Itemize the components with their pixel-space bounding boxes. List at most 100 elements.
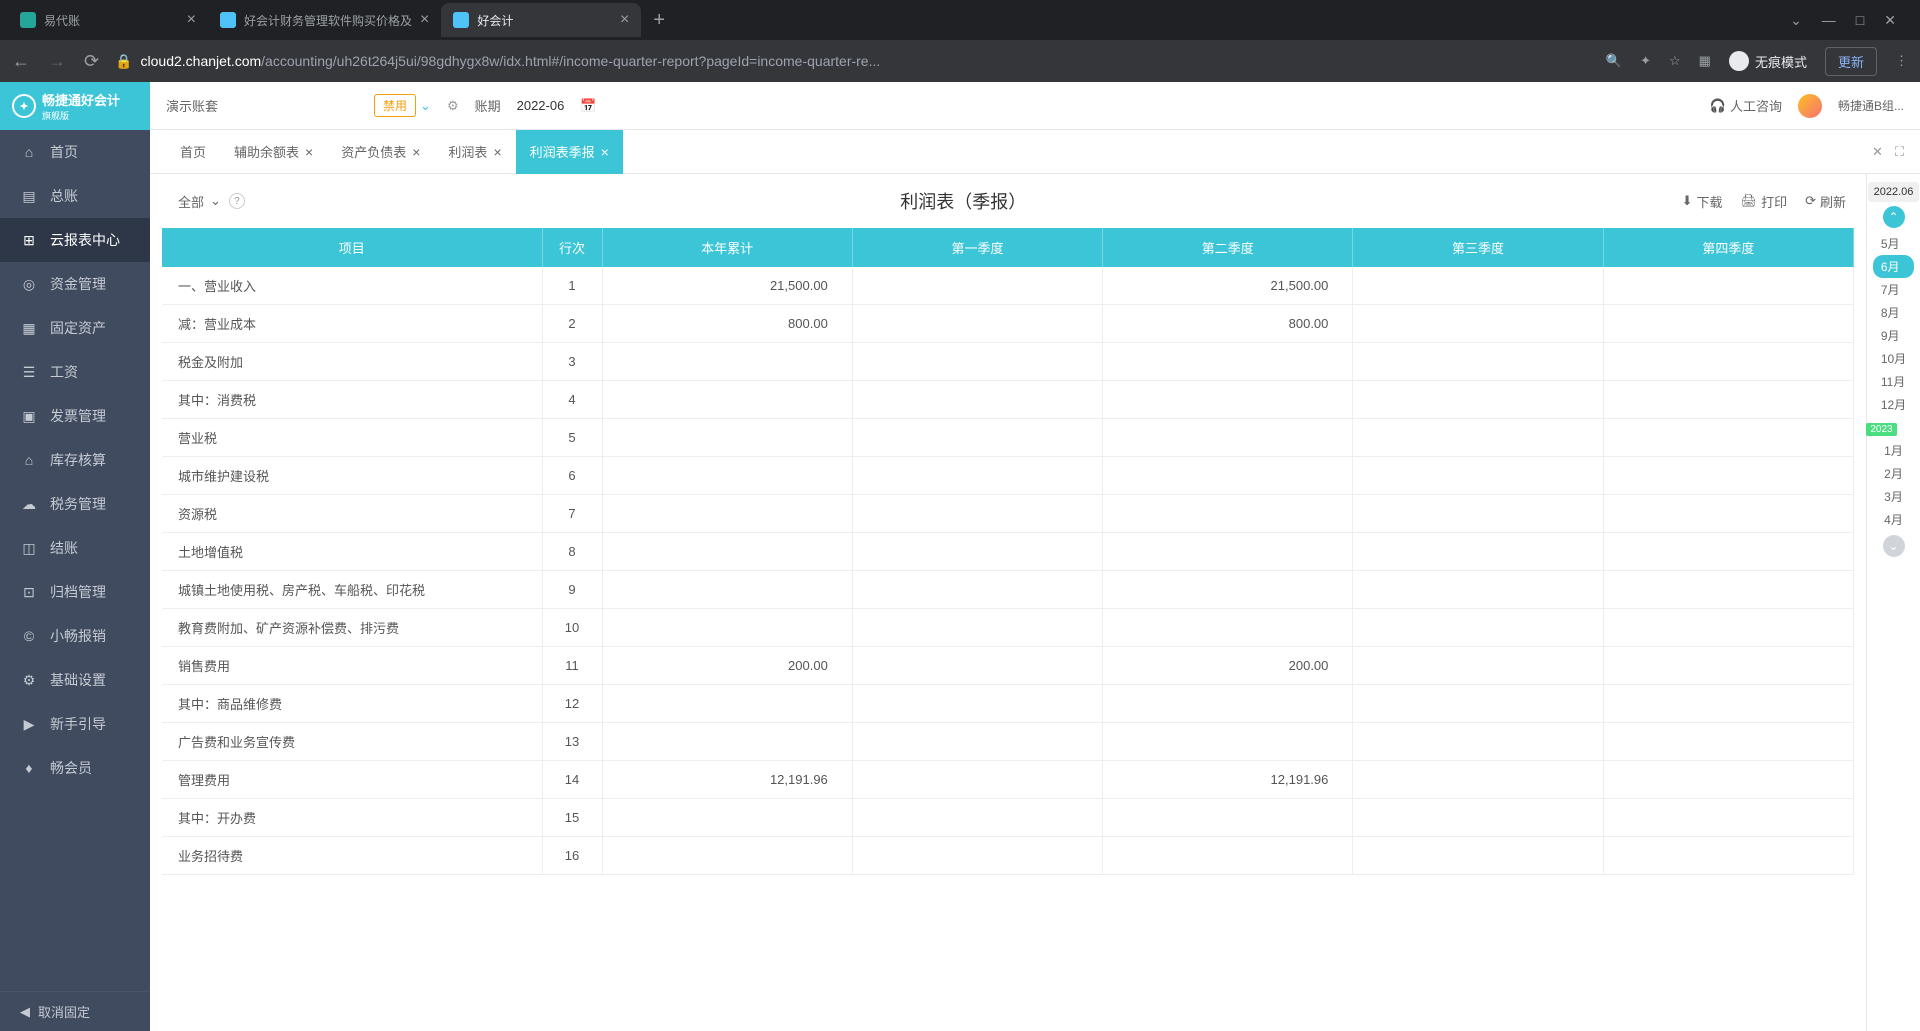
close-all-tabs-icon[interactable]: ✕	[1872, 144, 1883, 160]
browser-tab[interactable]: 好会计×	[441, 3, 641, 37]
sidebar-item[interactable]: ☁税务管理	[0, 482, 150, 526]
month-item[interactable]: 6月	[1873, 255, 1914, 278]
table-row[interactable]: 城镇土地使用税、房产税、车船税、印花税 9	[162, 571, 1854, 609]
new-tab-button[interactable]: +	[641, 9, 677, 32]
browser-tab[interactable]: 好会计财务管理软件购买价格及 ×	[208, 3, 441, 37]
content-tab[interactable]: 辅助余额表×	[220, 130, 327, 174]
update-button[interactable]: 更新	[1825, 47, 1877, 76]
sidebar-item[interactable]: ◎资金管理	[0, 262, 150, 306]
search-icon[interactable]: 🔍	[1606, 53, 1622, 69]
logo-area[interactable]: ✦ 畅捷通好会计 旗舰版	[0, 82, 150, 130]
star-icon[interactable]: ☆	[1669, 53, 1681, 69]
month-item[interactable]: 1月	[1876, 439, 1911, 462]
browser-tab[interactable]: 易代账×	[8, 3, 208, 37]
table-row[interactable]: 广告费和业务宣传费 13	[162, 723, 1854, 761]
tab-close-icon[interactable]: ×	[187, 11, 196, 29]
url-box[interactable]: 🔒 cloud2.chanjet.com/accounting/uh26t264…	[115, 53, 1590, 70]
content-tab[interactable]: 首页	[166, 130, 220, 174]
download-button[interactable]: ⬇下载	[1682, 192, 1723, 211]
content-tab[interactable]: 资产负债表×	[327, 130, 434, 174]
puzzle-icon[interactable]: ▦	[1699, 53, 1711, 69]
sidebar-item[interactable]: ◫结账	[0, 526, 150, 570]
print-button[interactable]: 🖨打印	[1741, 192, 1788, 211]
month-item[interactable]: 8月	[1873, 301, 1914, 324]
table-row[interactable]: 其中：商品维修费 12	[162, 685, 1854, 723]
q2-cell	[1103, 799, 1353, 837]
sidebar-item[interactable]: ▣发票管理	[0, 394, 150, 438]
minimize-button[interactable]: —	[1822, 12, 1836, 29]
sidebar-footer[interactable]: ◀ 取消固定	[0, 991, 150, 1031]
user-avatar[interactable]	[1798, 94, 1822, 118]
account-dropdown-icon[interactable]: ⌄	[420, 98, 431, 114]
table-header: 第三季度	[1353, 228, 1603, 267]
fullscreen-icon[interactable]: ⛶	[1895, 144, 1904, 160]
table-row[interactable]: 营业税 5	[162, 419, 1854, 457]
table-row[interactable]: 其中：开办费 15	[162, 799, 1854, 837]
account-name: 演示账套	[166, 96, 218, 115]
sidebar-item[interactable]: ▤总账	[0, 174, 150, 218]
tab-close-icon[interactable]: ×	[601, 144, 609, 160]
sidebar-item[interactable]: ▦固定资产	[0, 306, 150, 350]
gear-icon[interactable]: ⚙	[447, 98, 459, 114]
tab-close-icon[interactable]: ×	[412, 144, 420, 160]
calendar-icon[interactable]: 📅	[580, 98, 596, 114]
sidebar-item[interactable]: ⚙基础设置	[0, 658, 150, 702]
table-row[interactable]: 业务招待费 16	[162, 837, 1854, 875]
refresh-button[interactable]: ⟳刷新	[1805, 192, 1846, 211]
maximize-button[interactable]: □	[1856, 12, 1864, 29]
sidebar-item[interactable]: ☰工资	[0, 350, 150, 394]
tab-close-icon[interactable]: ×	[305, 144, 313, 160]
month-item[interactable]: 7月	[1873, 278, 1914, 301]
scroll-up-button[interactable]: ⌃	[1883, 206, 1905, 228]
month-item[interactable]: 3月	[1876, 485, 1911, 508]
help-icon[interactable]: ?	[229, 193, 245, 209]
sidebar-item[interactable]: ⌂库存核算	[0, 438, 150, 482]
tab-close-icon[interactable]: ×	[493, 144, 501, 160]
scroll-down-button[interactable]: ⌄	[1883, 535, 1905, 557]
table-row[interactable]: 减：营业成本 2 800.00 800.00	[162, 305, 1854, 343]
content-tab[interactable]: 利润表季报×	[516, 130, 623, 174]
month-item[interactable]: 4月	[1876, 508, 1911, 531]
sidebar-item[interactable]: ⊞云报表中心	[0, 218, 150, 262]
table-row[interactable]: 销售费用 11 200.00 200.00	[162, 647, 1854, 685]
table-row[interactable]: 资源税 7	[162, 495, 1854, 533]
filter-select[interactable]: 全部 ⌄	[170, 192, 229, 211]
disable-button[interactable]: 禁用	[374, 94, 416, 117]
tab-close-icon[interactable]: ×	[620, 11, 629, 29]
sidebar-item[interactable]: ▶新手引导	[0, 702, 150, 746]
table-row[interactable]: 城市维护建设税 6	[162, 457, 1854, 495]
month-item[interactable]: 9月	[1873, 324, 1914, 347]
month-item[interactable]: 10月	[1873, 347, 1914, 370]
table-row[interactable]: 管理费用 14 12,191.96 12,191.96	[162, 761, 1854, 799]
user-name[interactable]: 畅捷通B组...	[1838, 97, 1904, 114]
table-container[interactable]: 项目行次本年累计第一季度第二季度第三季度第四季度 一、营业收入 1 21,500…	[162, 228, 1854, 1023]
month-item[interactable]: 2月	[1876, 462, 1911, 485]
row-num-cell: 3	[542, 343, 602, 381]
table-row[interactable]: 土地增值税 8	[162, 533, 1854, 571]
month-item[interactable]: 5月	[1873, 232, 1914, 255]
content-tab[interactable]: 利润表×	[434, 130, 515, 174]
table-row[interactable]: 税金及附加 3	[162, 343, 1854, 381]
forward-button[interactable]: →	[48, 51, 66, 72]
month-item[interactable]: 12月	[1873, 393, 1914, 416]
tab-close-icon[interactable]: ×	[420, 11, 429, 29]
tab-title: 好会计财务管理软件购买价格及	[244, 12, 412, 29]
back-button[interactable]: ←	[12, 51, 30, 72]
extension-icon[interactable]: ✦	[1640, 53, 1651, 69]
sidebar-item[interactable]: ⊡归档管理	[0, 570, 150, 614]
reload-button[interactable]: ⟳	[84, 51, 99, 72]
ytd-cell	[602, 685, 852, 723]
report-wrapper: 全部 ⌄ ? 利润表（季报） ⬇下载 🖨打印 ⟳刷新 项目行次本年累计第一季度第…	[150, 174, 1920, 1031]
sidebar-item[interactable]: ©小畅报销	[0, 614, 150, 658]
item-cell: 其中：消费税	[162, 381, 542, 419]
month-item[interactable]: 11月	[1873, 370, 1914, 393]
chevron-down-icon[interactable]: ⌄	[1790, 12, 1802, 29]
table-row[interactable]: 教育费附加、矿产资源补偿费、排污费 10	[162, 609, 1854, 647]
sidebar-item[interactable]: ♦畅会员	[0, 746, 150, 790]
sidebar-item[interactable]: ⌂首页	[0, 130, 150, 174]
table-row[interactable]: 一、营业收入 1 21,500.00 21,500.00	[162, 267, 1854, 305]
support-link[interactable]: 🎧 人工咨询	[1710, 96, 1782, 115]
close-window-button[interactable]: ✕	[1884, 12, 1896, 29]
table-row[interactable]: 其中：消费税 4	[162, 381, 1854, 419]
menu-icon[interactable]: ⋮	[1895, 53, 1908, 69]
